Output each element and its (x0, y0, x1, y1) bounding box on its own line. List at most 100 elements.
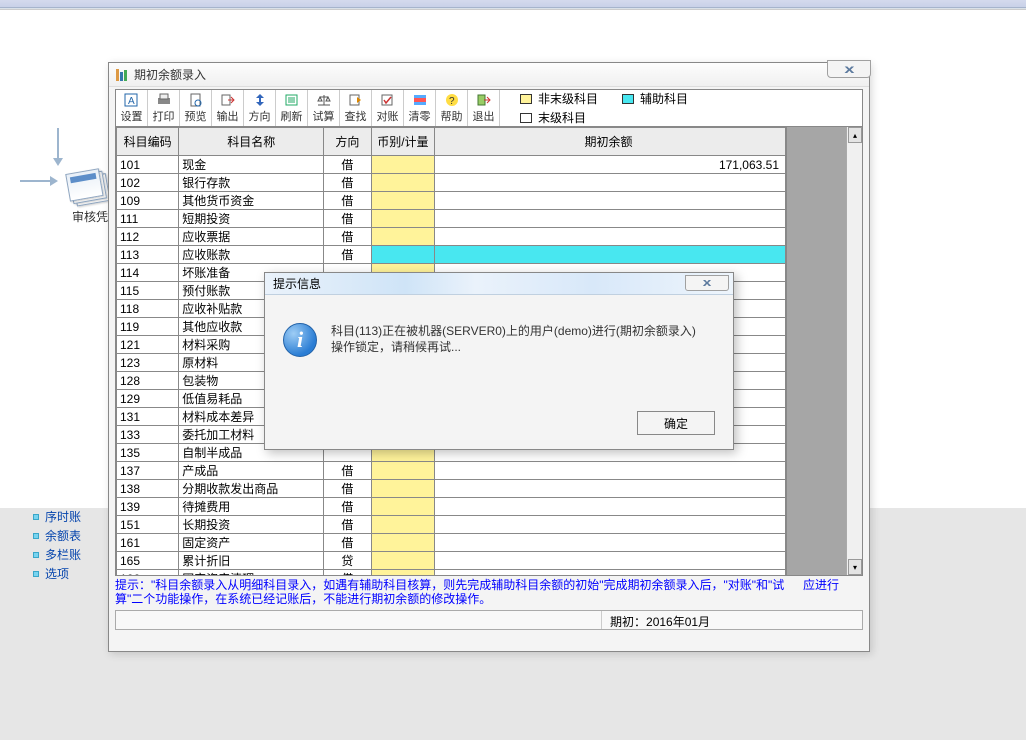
cell-code[interactable]: 135 (117, 444, 179, 462)
tb-help-button[interactable]: ?帮助 (436, 90, 468, 126)
tb-clear-button[interactable]: 清零 (404, 90, 436, 126)
cell-dir[interactable]: 借 (324, 174, 372, 192)
col-dir-header[interactable]: 方向 (324, 128, 372, 156)
cell-code[interactable]: 151 (117, 516, 179, 534)
cell-bal[interactable] (435, 210, 786, 228)
cell-curr[interactable] (371, 462, 434, 480)
cell-bal[interactable] (435, 174, 786, 192)
col-curr-header[interactable]: 币别/计量 (371, 128, 434, 156)
cell-bal[interactable] (435, 480, 786, 498)
table-row[interactable]: 139待摊费用借 (117, 498, 786, 516)
cell-curr[interactable] (371, 498, 434, 516)
dialog-close-button[interactable]: x (685, 275, 729, 291)
cell-curr[interactable] (371, 570, 434, 576)
cell-bal[interactable]: 171,063.51 (435, 156, 786, 174)
cell-curr[interactable] (371, 552, 434, 570)
left-link-balance[interactable]: 余额表 (33, 527, 81, 544)
table-row[interactable]: 138分期收款发出商品借 (117, 480, 786, 498)
cell-code[interactable]: 139 (117, 498, 179, 516)
cell-code[interactable]: 166 (117, 570, 179, 576)
cell-curr[interactable] (371, 534, 434, 552)
table-row[interactable]: 111短期投资借 (117, 210, 786, 228)
col-bal-header[interactable]: 期初余额 (435, 128, 786, 156)
cell-curr[interactable] (371, 174, 434, 192)
table-row[interactable]: 112应收票据借 (117, 228, 786, 246)
cell-dir[interactable]: 借 (324, 480, 372, 498)
cell-name[interactable]: 固定资产 (179, 534, 324, 552)
cell-code[interactable]: 114 (117, 264, 179, 282)
col-name-header[interactable]: 科目名称 (179, 128, 324, 156)
cell-name[interactable]: 待摊费用 (179, 498, 324, 516)
cell-code[interactable]: 112 (117, 228, 179, 246)
col-code-header[interactable]: 科目编码 (117, 128, 179, 156)
table-row[interactable]: 102银行存款借 (117, 174, 786, 192)
cell-bal[interactable] (435, 228, 786, 246)
dialog-ok-button[interactable]: 确定 (637, 411, 715, 435)
table-row[interactable]: 101现金借 171,063.51 (117, 156, 786, 174)
tb-refresh-button[interactable]: 刷新 (276, 90, 308, 126)
cell-bal[interactable] (435, 246, 786, 264)
table-row[interactable]: 161固定资产借 (117, 534, 786, 552)
cell-name[interactable]: 产成品 (179, 462, 324, 480)
table-row[interactable]: 113应收账款借 (117, 246, 786, 264)
cell-dir[interactable]: 借 (324, 534, 372, 552)
cell-dir[interactable]: 借 (324, 246, 372, 264)
cell-code[interactable]: 131 (117, 408, 179, 426)
cell-code[interactable]: 111 (117, 210, 179, 228)
cell-bal[interactable] (435, 192, 786, 210)
scroll-down-button[interactable]: ▾ (848, 559, 862, 575)
cell-name[interactable]: 固定资产清理 (179, 570, 324, 576)
cell-curr[interactable] (371, 192, 434, 210)
cell-code[interactable]: 129 (117, 390, 179, 408)
table-row[interactable]: 151长期投资借 (117, 516, 786, 534)
grid-vscrollbar[interactable]: ▴ ▾ (846, 127, 862, 575)
cell-name[interactable]: 其他货币资金 (179, 192, 324, 210)
cell-bal[interactable] (435, 534, 786, 552)
cell-name[interactable]: 银行存款 (179, 174, 324, 192)
cell-code[interactable]: 101 (117, 156, 179, 174)
table-row[interactable]: 166固定资产清理借 (117, 570, 786, 576)
cell-bal[interactable] (435, 570, 786, 576)
cell-dir[interactable]: 借 (324, 228, 372, 246)
cell-code[interactable]: 113 (117, 246, 179, 264)
tb-settings-button[interactable]: A设置 (116, 90, 148, 126)
cell-bal[interactable] (435, 516, 786, 534)
cell-curr[interactable] (371, 228, 434, 246)
cell-name[interactable]: 长期投资 (179, 516, 324, 534)
cell-code[interactable]: 137 (117, 462, 179, 480)
cell-bal[interactable] (435, 462, 786, 480)
tb-trial-button[interactable]: 试算 (308, 90, 340, 126)
left-link-options[interactable]: 选项 (33, 565, 81, 582)
cell-dir[interactable]: 借 (324, 210, 372, 228)
cell-curr[interactable] (371, 156, 434, 174)
cell-code[interactable]: 115 (117, 282, 179, 300)
cell-dir[interactable]: 借 (324, 462, 372, 480)
tb-direction-button[interactable]: 方向 (244, 90, 276, 126)
table-row[interactable]: 137产成品借 (117, 462, 786, 480)
left-link-multi[interactable]: 多栏账 (33, 546, 81, 563)
cell-name[interactable]: 应收账款 (179, 246, 324, 264)
tb-exit-button[interactable]: 退出 (468, 90, 500, 126)
tb-reconcile-button[interactable]: 对账 (372, 90, 404, 126)
cell-code[interactable]: 118 (117, 300, 179, 318)
window-close-button[interactable]: x (827, 60, 871, 78)
cell-code[interactable]: 109 (117, 192, 179, 210)
table-row[interactable]: 109其他货币资金借 (117, 192, 786, 210)
cell-name[interactable]: 现金 (179, 156, 324, 174)
cell-dir[interactable]: 借 (324, 156, 372, 174)
cell-name[interactable]: 短期投资 (179, 210, 324, 228)
cell-code[interactable]: 119 (117, 318, 179, 336)
cell-bal[interactable] (435, 552, 786, 570)
cell-code[interactable]: 102 (117, 174, 179, 192)
tb-preview-button[interactable]: 预览 (180, 90, 212, 126)
cell-dir[interactable]: 借 (324, 516, 372, 534)
cell-code[interactable]: 123 (117, 354, 179, 372)
cell-curr[interactable] (371, 480, 434, 498)
cell-bal[interactable] (435, 498, 786, 516)
cell-code[interactable]: 165 (117, 552, 179, 570)
cell-name[interactable]: 累计折旧 (179, 552, 324, 570)
left-link-journal[interactable]: 序时账 (33, 508, 81, 525)
table-row[interactable]: 165累计折旧贷 (117, 552, 786, 570)
cell-code[interactable]: 161 (117, 534, 179, 552)
cell-curr[interactable] (371, 210, 434, 228)
